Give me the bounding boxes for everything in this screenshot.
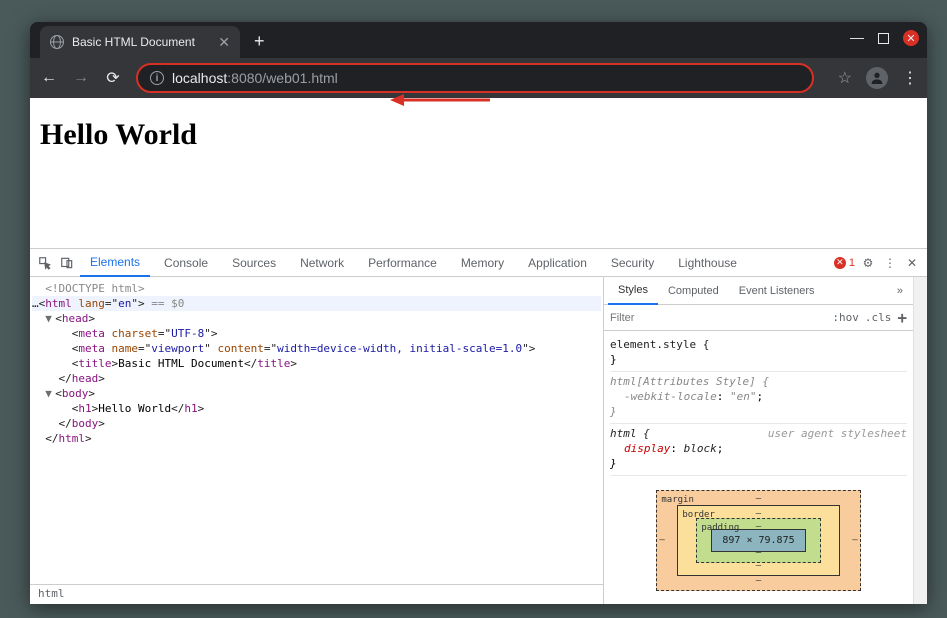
tab-network[interactable]: Network: [290, 249, 354, 276]
close-devtools-icon[interactable]: ✕: [903, 254, 921, 272]
back-icon[interactable]: ←: [40, 69, 58, 87]
url-text: localhost:8080/web01.html: [172, 70, 338, 86]
inspect-icon[interactable]: [36, 254, 54, 272]
tab-security[interactable]: Security: [601, 249, 664, 276]
url-host: localhost: [172, 70, 227, 86]
tab-title: Basic HTML Document: [72, 35, 195, 49]
browser-window: Basic HTML Document ✕ + — ✕ ← → ⟳ i loca…: [30, 22, 927, 604]
styles-filter-row: :hov .cls +: [604, 305, 913, 331]
close-tab-icon[interactable]: ✕: [218, 34, 230, 51]
new-style-rule-icon[interactable]: +: [897, 308, 907, 327]
scrollbar[interactable]: [913, 277, 927, 604]
address-bar[interactable]: i localhost:8080/web01.html: [136, 63, 814, 93]
styles-more-icon[interactable]: »: [891, 285, 909, 297]
new-tab-button[interactable]: +: [254, 31, 265, 52]
styles-tab-styles[interactable]: Styles: [608, 278, 658, 305]
cls-toggle[interactable]: .cls: [865, 311, 892, 324]
browser-tab[interactable]: Basic HTML Document ✕: [40, 26, 240, 58]
devtools-panel: Elements Console Sources Network Perform…: [30, 248, 927, 604]
url-path: :8080/web01.html: [227, 70, 338, 86]
elements-panel: <!DOCTYPE html> …<html lang="en"> == $0 …: [30, 277, 603, 604]
bookmark-icon[interactable]: ☆: [838, 68, 852, 88]
globe-icon: [50, 35, 64, 49]
styles-tabs: Styles Computed Event Listeners »: [604, 277, 913, 305]
device-toggle-icon[interactable]: [58, 254, 76, 272]
profile-icon[interactable]: [866, 67, 888, 89]
window-controls: — ✕: [850, 30, 919, 46]
page-heading: Hello World: [40, 118, 917, 152]
styles-tab-listeners[interactable]: Event Listeners: [729, 277, 825, 304]
styles-filter-input[interactable]: [610, 312, 826, 324]
site-info-icon[interactable]: i: [150, 71, 164, 85]
tab-lighthouse[interactable]: Lighthouse: [668, 249, 747, 276]
error-badge[interactable]: ✕1: [834, 257, 855, 269]
styles-rules[interactable]: element.style { } html[Attributes Style]…: [604, 331, 913, 604]
hov-toggle[interactable]: :hov: [832, 311, 859, 324]
dom-tree[interactable]: <!DOCTYPE html> …<html lang="en"> == $0 …: [30, 277, 603, 584]
styles-panel: Styles Computed Event Listeners » :hov .…: [603, 277, 913, 604]
tab-sources[interactable]: Sources: [222, 249, 286, 276]
titlebar: Basic HTML Document ✕ + — ✕: [30, 22, 927, 58]
kebab-menu-icon[interactable]: ⋮: [902, 68, 917, 88]
more-icon[interactable]: ⋮: [881, 254, 899, 272]
styles-tab-computed[interactable]: Computed: [658, 277, 729, 304]
tab-application[interactable]: Application: [518, 249, 597, 276]
minimize-icon[interactable]: —: [850, 31, 864, 45]
tab-performance[interactable]: Performance: [358, 249, 447, 276]
maximize-icon[interactable]: [878, 33, 889, 44]
tab-console[interactable]: Console: [154, 249, 218, 276]
box-model: margin – – border – padding – 897 × 79.8…: [610, 476, 907, 604]
page-viewport: Hello World: [30, 98, 927, 248]
tab-elements[interactable]: Elements: [80, 250, 150, 277]
reload-icon[interactable]: ⟳: [104, 68, 122, 88]
close-window-icon[interactable]: ✕: [903, 30, 919, 46]
toolbar: ← → ⟳ i localhost:8080/web01.html ☆ ⋮: [30, 58, 927, 98]
tab-memory[interactable]: Memory: [451, 249, 514, 276]
forward-icon[interactable]: →: [72, 69, 90, 87]
settings-icon[interactable]: ⚙: [859, 254, 877, 272]
devtools-tabs: Elements Console Sources Network Perform…: [30, 249, 927, 277]
breadcrumb[interactable]: html: [30, 584, 603, 604]
